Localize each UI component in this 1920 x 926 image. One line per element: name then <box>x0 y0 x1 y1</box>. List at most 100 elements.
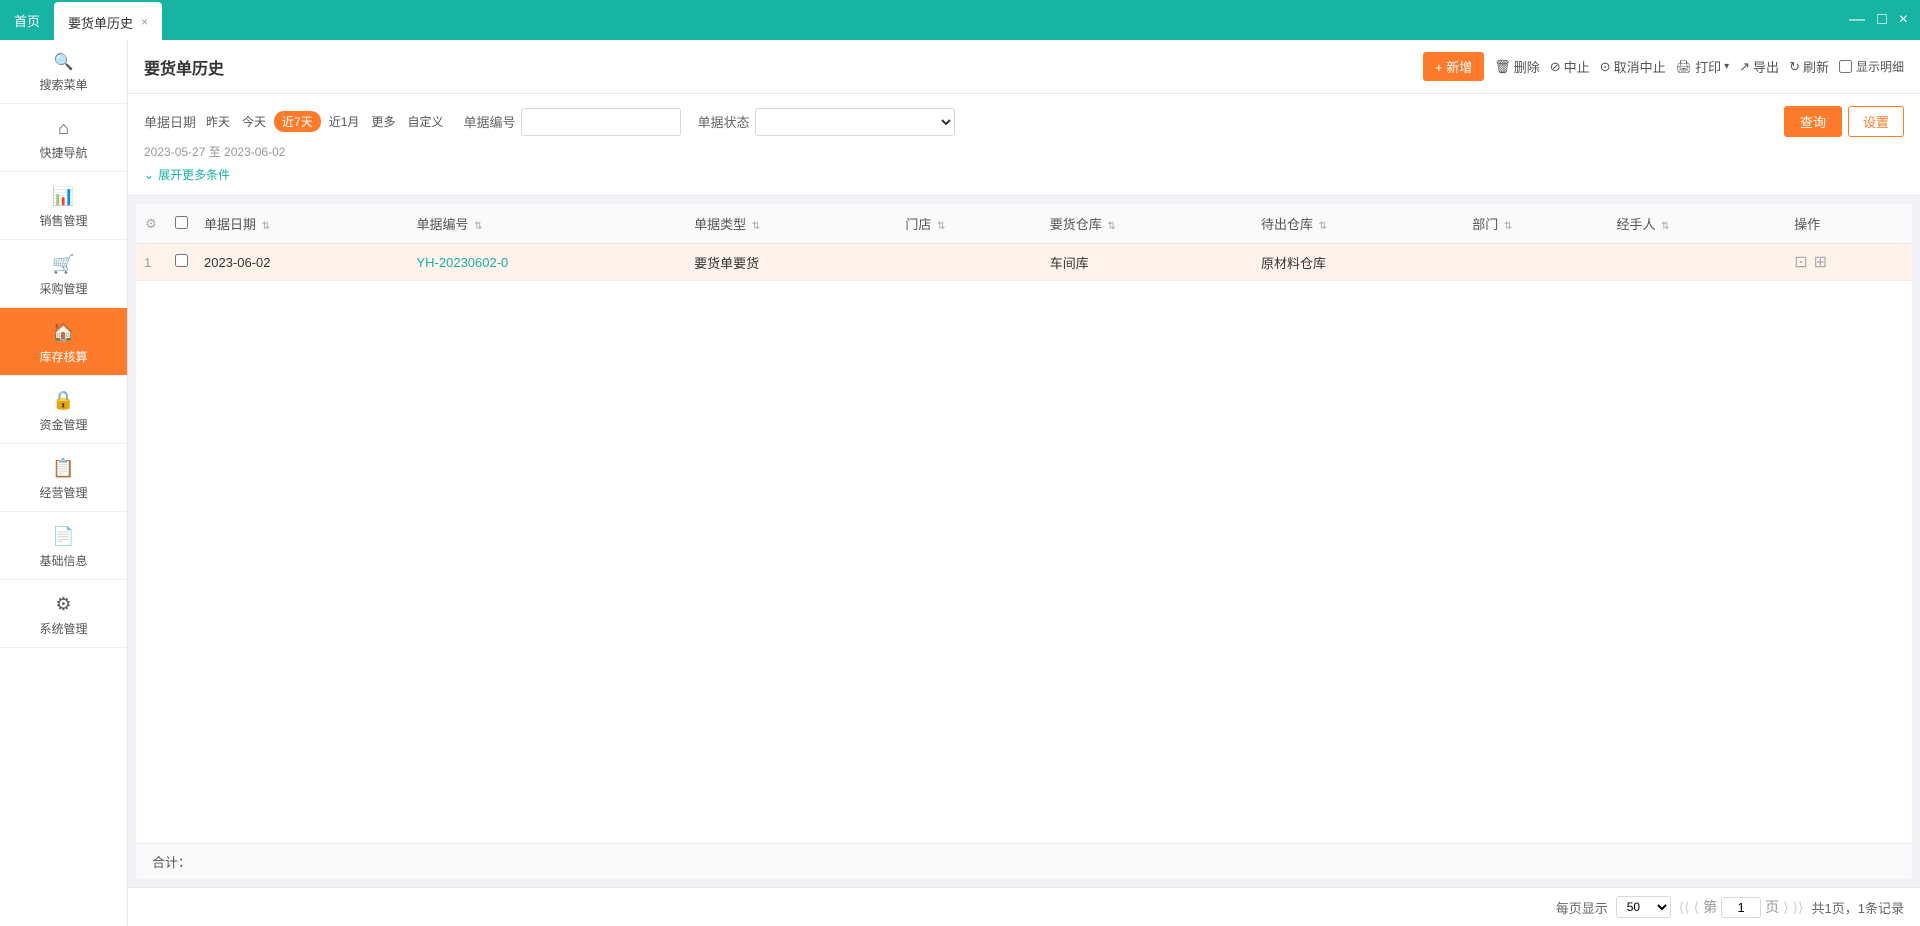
data-table: ⚙ 单据日期 ⇅ 单据编号 ⇅ 单据类型 ⇅ 门店 ⇅ 要货仓库 ⇅ 待出仓库 … <box>136 204 1912 281</box>
order-no-link[interactable]: YH-20230602-0 <box>417 255 509 270</box>
date-filter-item: 单据日期 昨天今天近7天近1月更多自定义 <box>144 111 447 132</box>
th-checkbox <box>166 204 196 244</box>
inventory-icon: 🏠 <box>52 322 74 343</box>
maximize-icon[interactable]: □ <box>1877 11 1887 29</box>
sidebar-item-basic-info[interactable]: 📄基础信息 <box>0 512 127 580</box>
th-pending-wh: 待出仓库 ⇅ <box>1253 204 1464 244</box>
date-btn-今天[interactable]: 今天 <box>238 111 270 132</box>
sort-handler-icon: ⇅ <box>1661 221 1669 232</box>
page-nav: ⟨⟨ ⟨ 第 页 ⟩ ⟩⟩ <box>1679 897 1804 918</box>
delete-icon: 🗑 <box>1494 59 1511 75</box>
date-btn-近7天[interactable]: 近7天 <box>274 111 321 132</box>
page-label-after: 页 <box>1765 897 1779 917</box>
row-checkbox-cell <box>166 244 196 281</box>
th-date: 单据日期 ⇅ <box>196 204 409 244</box>
page-size-label: 每页显示 <box>1556 898 1608 917</box>
print-dropdown-icon: ▾ <box>1724 61 1729 72</box>
row-type: 要货单要货 <box>686 244 897 281</box>
tab-home[interactable]: 首页 <box>0 0 54 40</box>
status-filter: 单据状态 <box>697 108 955 136</box>
sidebar-item-finance[interactable]: 🔒资金管理 <box>0 376 127 444</box>
sort-date-icon: ⇅ <box>262 221 270 232</box>
date-btn-昨天[interactable]: 昨天 <box>202 111 234 132</box>
next-page-icon[interactable]: ⟩ <box>1783 899 1788 916</box>
view-icon[interactable]: ⊡ <box>1794 252 1807 272</box>
top-bar: 首页 要货单历史 × — □ × <box>0 0 1920 40</box>
table-wrapper: ⚙ 单据日期 ⇅ 单据编号 ⇅ 单据类型 ⇅ 门店 ⇅ 要货仓库 ⇅ 待出仓库 … <box>136 204 1912 843</box>
print-button[interactable]: 🖨 打印 ▾ <box>1676 57 1730 76</box>
sort-wh-icon: ⇅ <box>1107 221 1115 232</box>
row-checkbox[interactable] <box>175 254 188 267</box>
table-body: 1 2023-06-02 YH-20230602-0 要货单要货 车间库 原材料… <box>136 244 1912 281</box>
order-num-label: 单据编号 <box>463 112 515 131</box>
content-area: 要货单历史 + 新增 🗑 删除 ⊘ 中止 ⊙ 取消中止 🖨 打印 <box>128 40 1920 926</box>
toolbar: + 新增 🗑 删除 ⊘ 中止 ⊙ 取消中止 🖨 打印 ▾ <box>1423 52 1904 93</box>
first-page-icon[interactable]: ⟨⟨ <box>1679 899 1690 916</box>
finance-icon: 🔒 <box>52 390 74 411</box>
new-button[interactable]: + 新增 <box>1423 52 1484 81</box>
row-pending-wh: 原材料仓库 <box>1253 244 1464 281</box>
th-store: 门店 ⇅ <box>897 204 1041 244</box>
th-settings[interactable]: ⚙ <box>136 204 166 244</box>
sidebar-item-purchase[interactable]: 🛒采购管理 <box>0 240 127 308</box>
date-btn-近1月[interactable]: 近1月 <box>325 111 364 132</box>
table-header-row: ⚙ 单据日期 ⇅ 单据编号 ⇅ 单据类型 ⇅ 门店 ⇅ 要货仓库 ⇅ 待出仓库 … <box>136 204 1912 244</box>
th-action: 操作 <box>1786 204 1912 244</box>
th-handler: 经手人 ⇅ <box>1608 204 1786 244</box>
print-icon: 🖨 <box>1676 59 1693 75</box>
display-cell-label[interactable]: 显示明细 <box>1839 58 1904 75</box>
sidebar-search[interactable]: 🔍 搜索菜单 <box>0 40 127 104</box>
cancel-stop-icon: ⊙ <box>1600 59 1611 75</box>
refresh-button[interactable]: ↻ 刷新 <box>1789 57 1829 76</box>
status-select[interactable] <box>755 108 955 136</box>
sidebar-item-system[interactable]: ⚙系统管理 <box>0 580 127 648</box>
minimize-icon[interactable]: — <box>1849 11 1865 29</box>
th-warehouse: 要货仓库 ⇅ <box>1042 204 1253 244</box>
sort-pwh-icon: ⇅ <box>1319 221 1327 232</box>
sidebar-item-sales[interactable]: 📊销售管理 <box>0 172 127 240</box>
row-order-no: YH-20230602-0 <box>409 244 687 281</box>
sidebar-item-operations[interactable]: 📋经营管理 <box>0 444 127 512</box>
sort-type-icon: ⇅ <box>752 221 760 232</box>
select-all-checkbox[interactable] <box>175 216 188 229</box>
pagination: 每页显示 50 100 ⟨⟨ ⟨ 第 页 ⟩ ⟩⟩ 共1页，1条记录 <box>128 887 1920 926</box>
prev-page-icon[interactable]: ⟨ <box>1694 899 1699 916</box>
date-range-display: 2023-05-27 至 2023-06-02 <box>144 143 285 160</box>
expand-icon: ⌄ <box>144 168 154 182</box>
order-num-filter: 单据编号 <box>463 108 681 136</box>
more-icon[interactable]: ⊞ <box>1814 252 1827 272</box>
date-btn-自定义[interactable]: 自定义 <box>403 111 447 132</box>
order-num-input[interactable] <box>521 108 681 136</box>
date-btn-更多[interactable]: 更多 <box>367 111 399 132</box>
th-dept: 部门 ⇅ <box>1464 204 1608 244</box>
row-dept <box>1464 244 1608 281</box>
page-total-info: 共1页，1条记录 <box>1812 898 1904 917</box>
close-tab-icon[interactable]: × <box>141 15 148 29</box>
date-filter-btns: 昨天今天近7天近1月更多自定义 <box>202 111 447 132</box>
sort-orderno-icon: ⇅ <box>474 221 482 232</box>
delete-button[interactable]: 🗑 删除 <box>1494 57 1540 76</box>
window-close-icon[interactable]: × <box>1899 11 1908 29</box>
query-button[interactable]: 查询 <box>1784 106 1842 137</box>
display-cell-checkbox[interactable] <box>1839 60 1852 73</box>
sort-dept-icon: ⇅ <box>1504 221 1512 232</box>
row-handler <box>1608 244 1786 281</box>
last-page-icon[interactable]: ⟩⟩ <box>1793 899 1804 916</box>
sidebar-item-quick-nav[interactable]: ⌂快捷导航 <box>0 104 127 172</box>
row-warehouse: 车间库 <box>1042 244 1253 281</box>
expand-more-btn[interactable]: ⌄ 展开更多条件 <box>144 166 1904 183</box>
quick-nav-icon: ⌂ <box>58 118 69 139</box>
main-layout: 🔍 搜索菜单 ⌂快捷导航📊销售管理🛒采购管理🏠库存核算🔒资金管理📋经营管理📄基础… <box>0 40 1920 926</box>
cancel-stop-button[interactable]: ⊙ 取消中止 <box>1600 57 1666 76</box>
export-button[interactable]: ↗ 导出 <box>1739 57 1779 76</box>
filter-row: 单据日期 昨天今天近7天近1月更多自定义 单据编号 单据状态 查询 设置 <box>144 106 1904 137</box>
stop-icon: ⊘ <box>1550 59 1561 75</box>
page-number-input[interactable] <box>1721 897 1761 918</box>
stop-button[interactable]: ⊘ 中止 <box>1550 57 1590 76</box>
sidebar-item-inventory[interactable]: 🏠库存核算 <box>0 308 127 376</box>
basic-info-icon: 📄 <box>52 526 74 547</box>
settings-button[interactable]: 设置 <box>1848 106 1904 137</box>
page-size-select[interactable]: 50 100 <box>1616 896 1671 918</box>
tab-active[interactable]: 要货单历史 × <box>54 2 162 42</box>
refresh-icon: ↻ <box>1789 59 1800 75</box>
